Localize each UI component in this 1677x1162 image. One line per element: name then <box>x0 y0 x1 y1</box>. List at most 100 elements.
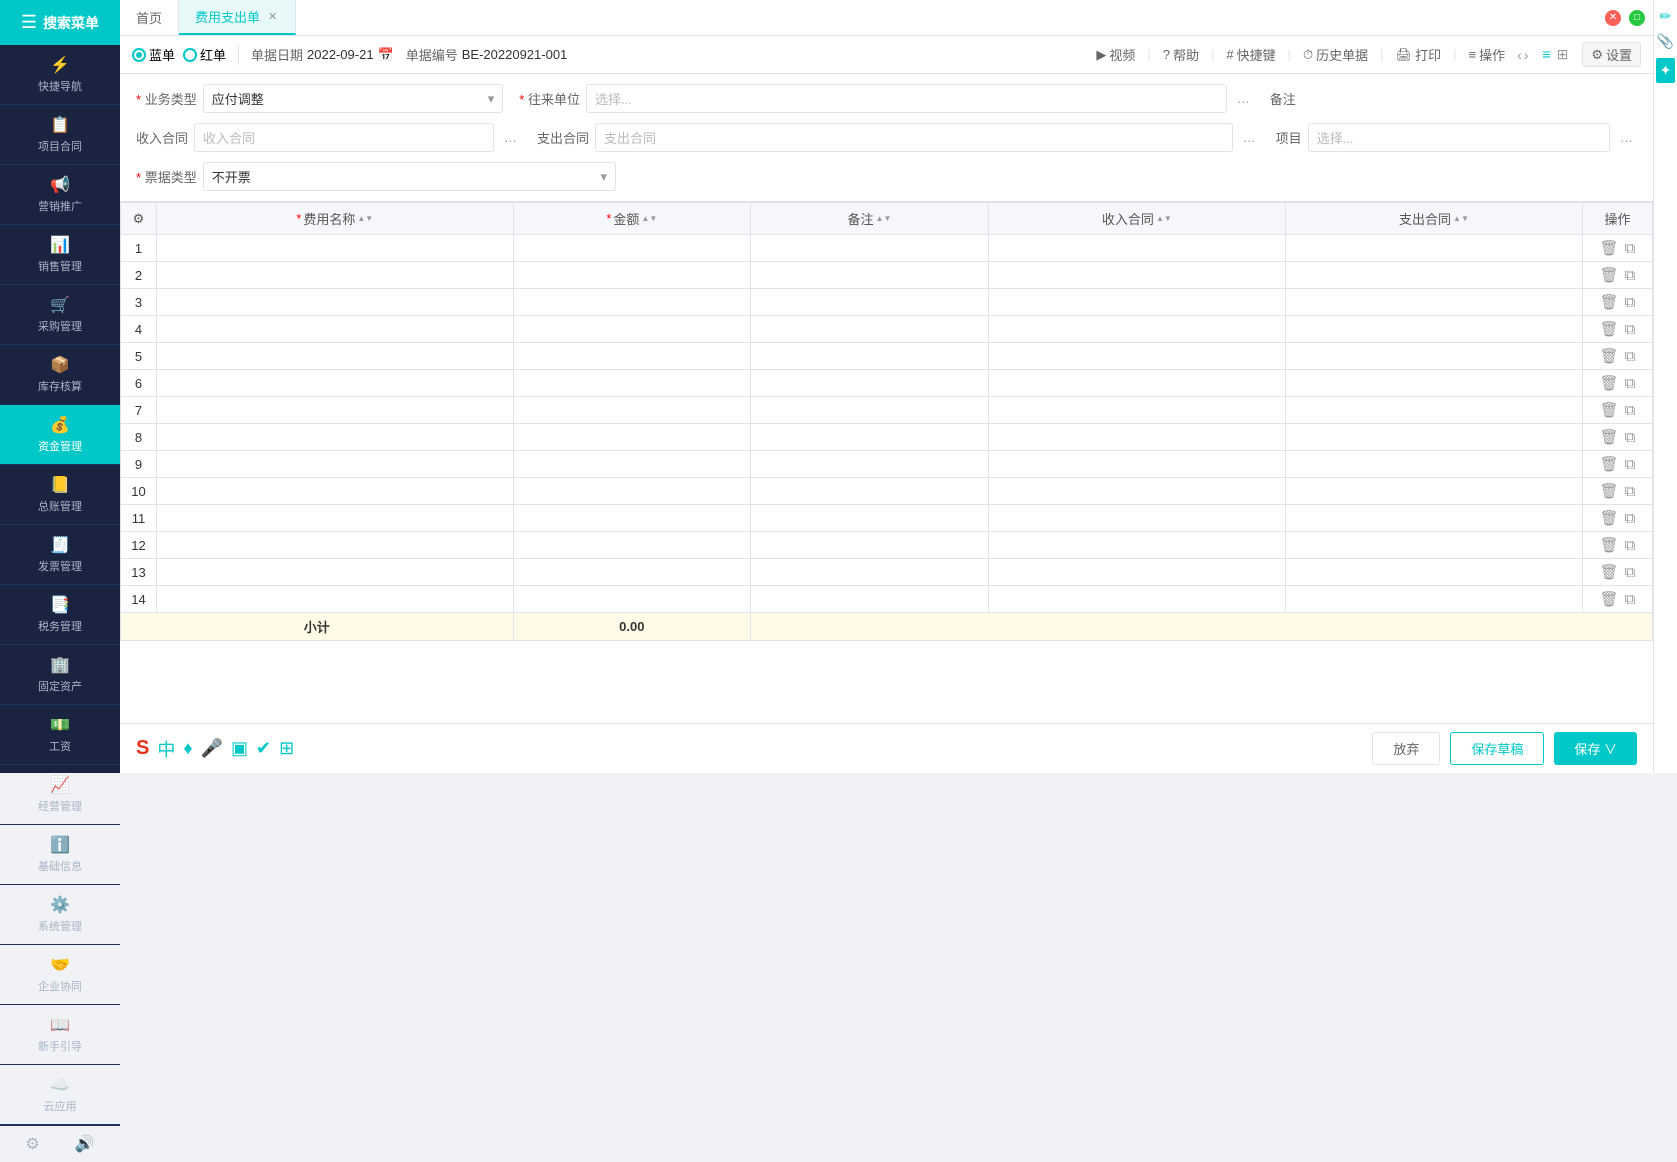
row-amount-cell[interactable] <box>513 586 751 613</box>
row-note-cell[interactable] <box>751 397 989 424</box>
row-income-cell[interactable] <box>988 289 1285 316</box>
row-copy-btn[interactable]: ⧉ <box>1625 375 1636 392</box>
project-input[interactable]: 选择... <box>1308 123 1610 152</box>
th-name[interactable]: * 费用名称 ▲▼ <box>157 203 514 235</box>
row-copy-btn[interactable]: ⧉ <box>1625 429 1636 446</box>
income-contract-input[interactable]: 收入合同 <box>194 123 494 152</box>
settings-button[interactable]: ⚙ 设置 <box>1582 42 1641 67</box>
check-icon[interactable]: ✔ <box>256 738 271 759</box>
tab-expense[interactable]: 费用支出单 ✕ <box>179 0 296 35</box>
apps-icon[interactable]: ⊞ <box>279 738 294 759</box>
sidebar-audio-icon[interactable]: 🔊 <box>75 1134 95 1154</box>
row-name-cell[interactable] <box>157 505 514 532</box>
row-note-cell[interactable] <box>751 478 989 505</box>
expense-contract-input[interactable]: 支出合同 <box>595 123 1233 152</box>
view-grid-btn[interactable]: ⊞ <box>1555 44 1571 65</box>
row-copy-btn[interactable]: ⧉ <box>1625 294 1636 311</box>
row-copy-btn[interactable]: ⧉ <box>1625 456 1636 473</box>
save-draft-button[interactable]: 保存草稿 <box>1450 732 1544 765</box>
row-name-cell[interactable] <box>157 559 514 586</box>
invoice-type-input[interactable]: 不开票 ▾ <box>203 162 616 191</box>
row-copy-btn[interactable]: ⧉ <box>1625 348 1636 365</box>
row-name-cell[interactable] <box>157 451 514 478</box>
view-list-btn[interactable]: ≡ <box>1540 44 1552 65</box>
row-income-cell[interactable] <box>988 451 1285 478</box>
row-income-cell[interactable] <box>988 235 1285 262</box>
row-expense-cell[interactable] <box>1285 532 1582 559</box>
grid-icon[interactable]: ▣ <box>231 738 248 759</box>
row-income-cell[interactable] <box>988 478 1285 505</box>
row-delete-btn[interactable]: 🗑 <box>1600 347 1619 365</box>
sidebar-item-tax[interactable]: 📑 税务管理 <box>0 585 120 645</box>
row-income-cell[interactable] <box>988 262 1285 289</box>
row-name-cell[interactable] <box>157 316 514 343</box>
row-copy-btn[interactable]: ⧉ <box>1625 321 1636 338</box>
row-amount-cell[interactable] <box>513 370 751 397</box>
row-note-cell[interactable] <box>751 370 989 397</box>
row-copy-btn[interactable]: ⧉ <box>1625 267 1636 284</box>
sidebar-item-invoice[interactable]: 🧾 发票管理 <box>0 525 120 585</box>
tab-expense-close[interactable]: ✕ <box>266 8 279 25</box>
sidebar-item-cloud[interactable]: ☁️ 云应用 <box>0 1065 120 1125</box>
shortcut-action[interactable]: # 快捷键 <box>1226 45 1275 64</box>
zhong-icon[interactable]: 中 <box>157 736 175 762</box>
row-copy-btn[interactable]: ⧉ <box>1625 591 1636 608</box>
calendar-icon[interactable]: 📅 <box>378 47 394 63</box>
row-note-cell[interactable] <box>751 586 989 613</box>
sidebar-item-sales[interactable]: 📊 销售管理 <box>0 225 120 285</box>
row-amount-cell[interactable] <box>513 478 751 505</box>
row-delete-btn[interactable]: 🗑 <box>1600 536 1619 554</box>
row-expense-cell[interactable] <box>1285 316 1582 343</box>
right-panel-edit-icon[interactable]: ✏ <box>1660 8 1672 25</box>
sidebar-item-marketing[interactable]: 📢 营销推广 <box>0 165 120 225</box>
row-delete-btn[interactable]: 🗑 <box>1600 401 1619 419</box>
sidebar-item-fixed-assets[interactable]: 🏢 固定资产 <box>0 645 120 705</box>
row-note-cell[interactable] <box>751 343 989 370</box>
sidebar-item-operations[interactable]: 📈 经营管理 <box>0 765 120 825</box>
th-expense-contract[interactable]: 支出合同 ▲▼ <box>1285 203 1582 235</box>
row-expense-cell[interactable] <box>1285 505 1582 532</box>
row-name-cell[interactable] <box>157 289 514 316</box>
row-note-cell[interactable] <box>751 289 989 316</box>
row-income-cell[interactable] <box>988 397 1285 424</box>
row-amount-cell[interactable] <box>513 316 751 343</box>
radio-red[interactable]: 红单 <box>183 45 226 64</box>
row-name-cell[interactable] <box>157 478 514 505</box>
sidebar-item-enterprise[interactable]: 🤝 企业协同 <box>0 945 120 1005</box>
row-expense-cell[interactable] <box>1285 262 1582 289</box>
row-note-cell[interactable] <box>751 505 989 532</box>
sidebar-item-project-contract[interactable]: 📋 项目合同 <box>0 105 120 165</box>
tab-home[interactable]: 首页 <box>120 0 179 35</box>
row-name-cell[interactable] <box>157 370 514 397</box>
row-note-cell[interactable] <box>751 451 989 478</box>
row-delete-btn[interactable]: 🗑 <box>1600 455 1619 473</box>
row-delete-btn[interactable]: 🗑 <box>1600 239 1619 257</box>
history-action[interactable]: ⏱ 历史单据 <box>1303 45 1368 64</box>
row-income-cell[interactable] <box>988 559 1285 586</box>
row-income-cell[interactable] <box>988 343 1285 370</box>
row-amount-cell[interactable] <box>513 424 751 451</box>
row-income-cell[interactable] <box>988 505 1285 532</box>
video-action[interactable]: ▶ 视频 <box>1096 45 1135 64</box>
print-action[interactable]: 🖨 打印 <box>1396 45 1442 64</box>
row-delete-btn[interactable]: 🗑 <box>1600 482 1619 500</box>
row-expense-cell[interactable] <box>1285 586 1582 613</box>
row-expense-cell[interactable] <box>1285 451 1582 478</box>
row-delete-btn[interactable]: 🗑 <box>1600 428 1619 446</box>
row-name-cell[interactable] <box>157 397 514 424</box>
row-income-cell[interactable] <box>988 586 1285 613</box>
row-copy-btn[interactable]: ⧉ <box>1625 564 1636 581</box>
row-amount-cell[interactable] <box>513 505 751 532</box>
sidebar-item-ledger[interactable]: 📒 总账管理 <box>0 465 120 525</box>
row-note-cell[interactable] <box>751 316 989 343</box>
sidebar-item-purchase[interactable]: 🛒 采购管理 <box>0 285 120 345</box>
th-note[interactable]: 备注 ▲▼ <box>751 203 989 235</box>
row-note-cell[interactable] <box>751 532 989 559</box>
row-name-cell[interactable] <box>157 235 514 262</box>
row-copy-btn[interactable]: ⧉ <box>1625 402 1636 419</box>
window-max-btn[interactable]: □ <box>1629 10 1645 26</box>
row-copy-btn[interactable]: ⧉ <box>1625 510 1636 527</box>
sidebar-item-capital[interactable]: 💰 资金管理 <box>0 405 120 465</box>
row-expense-cell[interactable] <box>1285 235 1582 262</box>
sidebar-header[interactable]: ☰ 搜索菜单 <box>0 0 120 45</box>
